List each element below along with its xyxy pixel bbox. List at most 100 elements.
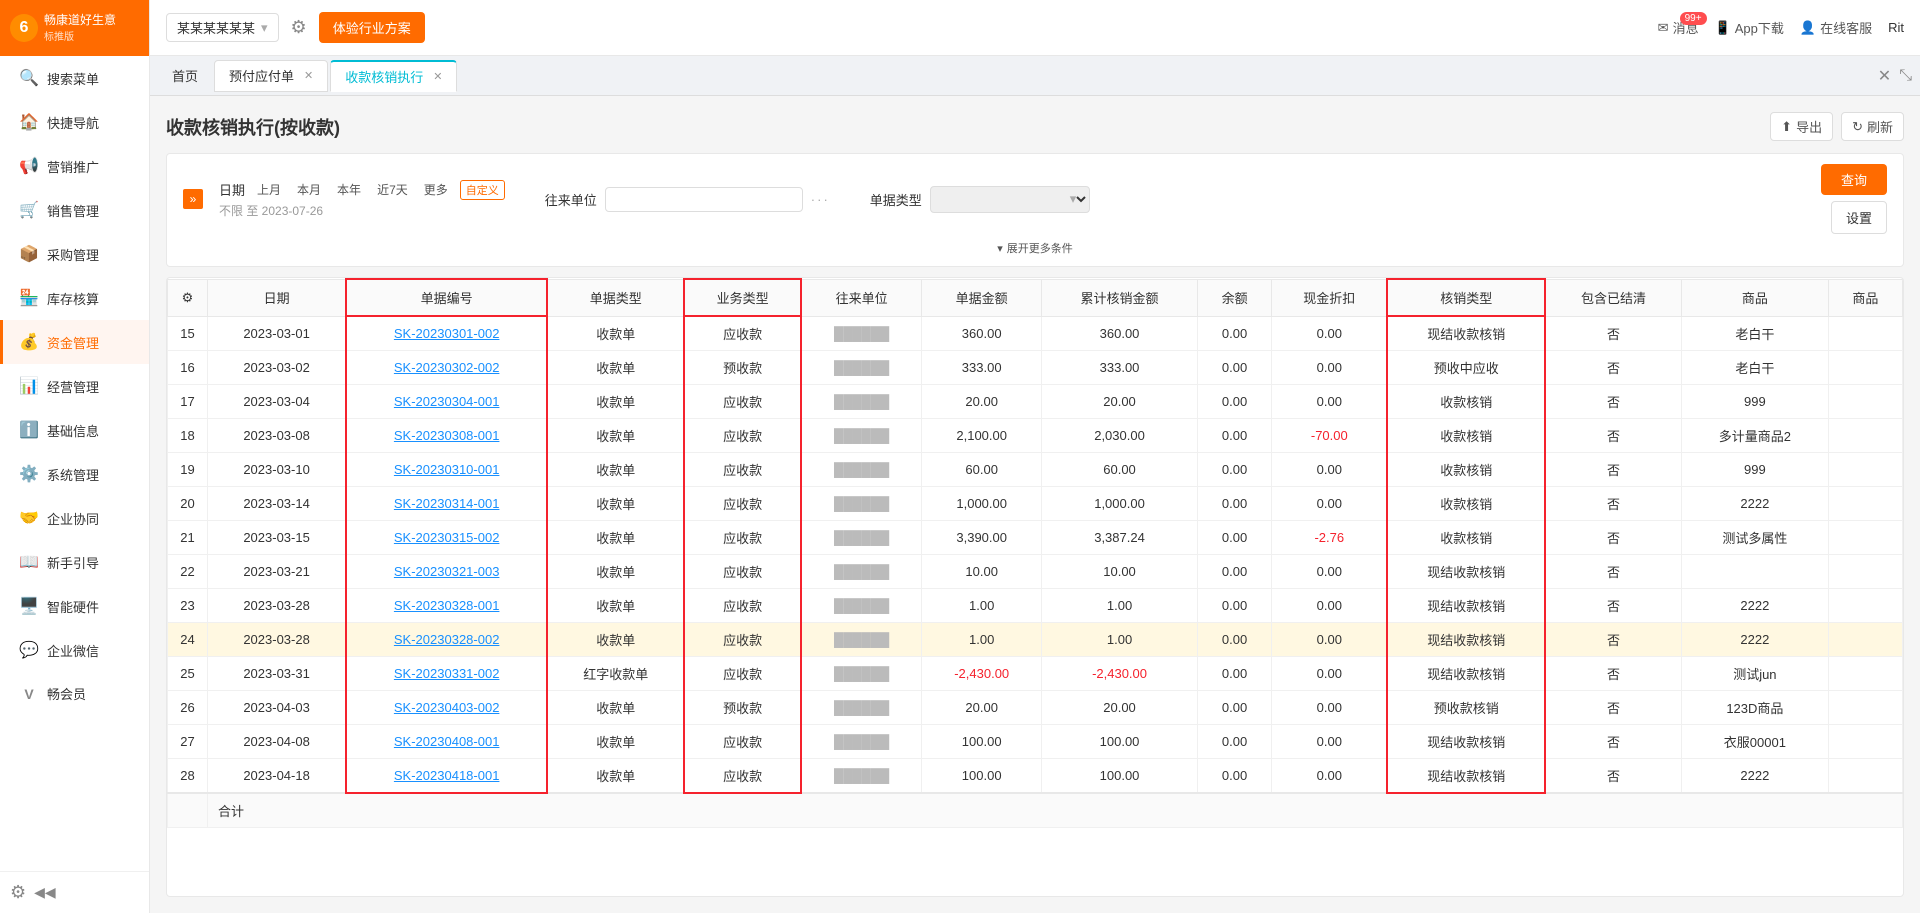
tab-home[interactable]: 首页: [158, 60, 212, 92]
bill-no-link[interactable]: SK-20230314-001: [394, 496, 500, 511]
sidebar-item-guide[interactable]: 📖 新手引导: [0, 540, 149, 584]
col-settings[interactable]: ⚙: [168, 279, 208, 316]
sidebar-item-marketing[interactable]: 📢 营销推广: [0, 144, 149, 188]
tab-pre-apply-close[interactable]: ✕: [304, 69, 313, 82]
cell-goods2: [1828, 487, 1902, 521]
sidebar-item-quick-nav[interactable]: 🏠 快捷导航: [0, 100, 149, 144]
online-service-button[interactable]: 👤 在线客服: [1800, 18, 1872, 37]
cell-bill-no: SK-20230310-001: [346, 453, 547, 487]
partner-filter-input[interactable]: [605, 187, 803, 212]
filter-dots[interactable]: ···: [811, 192, 830, 207]
sidebar-item-inventory[interactable]: 🏪 库存核算: [0, 276, 149, 320]
cell-balance: 0.00: [1198, 419, 1272, 453]
bill-no-link[interactable]: SK-20230321-003: [394, 564, 500, 579]
tab-collect-exec-close[interactable]: ✕: [433, 70, 442, 83]
expand-more-button[interactable]: ▾ 展开更多条件: [997, 240, 1073, 256]
cell-cash-disc: 0.00: [1272, 487, 1388, 521]
cell-amount: 1.00: [922, 589, 1042, 623]
cell-goods1: 多计量商品2: [1681, 419, 1828, 453]
cell-partner: ██████: [801, 521, 922, 555]
bill-no-link[interactable]: SK-20230408-001: [394, 734, 500, 749]
bill-type-filter-group: 单据类型 ▾: [870, 186, 1077, 213]
app-download-button[interactable]: 📱 App下载: [1715, 18, 1784, 37]
sidebar-item-hardware[interactable]: 🖥️ 智能硬件: [0, 584, 149, 628]
cell-balance: 0.00: [1198, 453, 1272, 487]
cell-bill-type: 收款单: [547, 316, 684, 351]
cell-goods2: [1828, 555, 1902, 589]
sidebar-item-sales[interactable]: 🛒 销售管理: [0, 188, 149, 232]
sidebar-item-wechat[interactable]: 💬 企业微信: [0, 628, 149, 672]
table-settings-button[interactable]: 设置: [1831, 201, 1887, 234]
sidebar-item-member[interactable]: V 畅会员: [0, 672, 149, 715]
bill-no-link[interactable]: SK-20230310-001: [394, 462, 500, 477]
bill-no-link[interactable]: SK-20230315-002: [394, 530, 500, 545]
tab-close-all-button[interactable]: ✕: [1878, 66, 1891, 86]
cell-no: 15: [168, 316, 208, 351]
export-button[interactable]: ⬆ 导出: [1770, 112, 1833, 141]
sidebar-item-base[interactable]: ℹ️ 基础信息: [0, 408, 149, 452]
cell-goods2: [1828, 691, 1902, 725]
cell-include-settled: 否: [1545, 555, 1681, 589]
cell-balance: 0.00: [1198, 691, 1272, 725]
cell-bill-no: SK-20230304-001: [346, 385, 547, 419]
bill-no-link[interactable]: SK-20230328-002: [394, 632, 500, 647]
tab-pre-apply[interactable]: 预付应付单 ✕: [214, 60, 328, 92]
cell-balance: 0.00: [1198, 657, 1272, 691]
sidebar-item-corp[interactable]: 🤝 企业协同: [0, 496, 149, 540]
brand-selector[interactable]: 某某某某某某 ▾: [166, 13, 279, 42]
sidebar-item-system[interactable]: ⚙️ 系统管理: [0, 452, 149, 496]
page-actions: ⬆ 导出 ↻ 刷新: [1770, 112, 1904, 141]
table-row: 22 2023-03-21 SK-20230321-003 收款单 应收款 ██…: [168, 555, 1903, 589]
cell-write-off-type: 现结收款核销: [1387, 725, 1545, 759]
settings-icon[interactable]: ⚙: [10, 882, 26, 903]
custom-date-btn[interactable]: 自定义: [460, 180, 505, 200]
sidebar-item-finance[interactable]: 💰 资金管理: [0, 320, 149, 364]
cell-goods2: [1828, 385, 1902, 419]
tab-collect-exec[interactable]: 收款核销执行 ✕: [330, 60, 457, 92]
corp-icon: 🤝: [19, 508, 39, 528]
cell-bill-type: 收款单: [547, 589, 684, 623]
query-button[interactable]: 查询: [1821, 164, 1887, 195]
col-amount: 单据金额: [922, 279, 1042, 316]
bill-no-link[interactable]: SK-20230328-001: [394, 598, 500, 613]
bill-no-link[interactable]: SK-20230331-002: [394, 666, 500, 681]
sidebar-item-search[interactable]: 🔍 搜索菜单: [0, 56, 149, 100]
cell-balance: 0.00: [1198, 759, 1272, 794]
guide-icon: 📖: [19, 552, 39, 572]
content-area: 收款核销执行(按收款) ⬆ 导出 ↻ 刷新 » 日期 上月: [150, 96, 1920, 913]
this-year-btn[interactable]: 本年: [333, 179, 365, 200]
cell-bill-type: 收款单: [547, 725, 684, 759]
last-month-btn[interactable]: 上月: [253, 179, 285, 200]
cell-goods2: [1828, 589, 1902, 623]
sidebar-item-label: 系统管理: [47, 465, 99, 484]
collapse-icon[interactable]: ◀◀: [34, 884, 56, 901]
sidebar-item-operations[interactable]: 📊 经营管理: [0, 364, 149, 408]
cell-biz-type: 应收款: [684, 759, 801, 794]
home-icon: 🏠: [19, 112, 39, 132]
sidebar-item-purchase[interactable]: 📦 采购管理: [0, 232, 149, 276]
last-7days-btn[interactable]: 近7天: [373, 179, 412, 200]
bill-no-link[interactable]: SK-20230418-001: [394, 768, 500, 783]
cell-partner: ██████: [801, 589, 922, 623]
tab-expand-button[interactable]: ⤡: [1899, 67, 1912, 85]
operations-icon: 📊: [19, 376, 39, 396]
export-icon: ⬆: [1781, 119, 1792, 135]
cell-bill-no: SK-20230418-001: [346, 759, 547, 794]
bill-type-select[interactable]: [930, 186, 1090, 213]
bill-no-link[interactable]: SK-20230403-002: [394, 700, 500, 715]
this-month-btn[interactable]: 本月: [293, 179, 325, 200]
refresh-button[interactable]: ↻ 刷新: [1841, 112, 1904, 141]
cell-bill-no: SK-20230301-002: [346, 316, 547, 351]
bill-no-link[interactable]: SK-20230302-002: [394, 360, 500, 375]
filter-expand-button[interactable]: »: [183, 189, 203, 209]
cell-include-settled: 否: [1545, 521, 1681, 555]
more-date-btn[interactable]: 更多: [420, 179, 452, 200]
topbar-gear-icon[interactable]: ⚙: [291, 17, 307, 38]
bill-no-link[interactable]: SK-20230308-001: [394, 428, 500, 443]
message-button[interactable]: ✉ 消息 99+: [1658, 18, 1699, 37]
cell-amount: 333.00: [922, 351, 1042, 385]
bill-no-link[interactable]: SK-20230301-002: [394, 326, 500, 341]
cell-write-off-type: 收款核销: [1387, 521, 1545, 555]
solution-button[interactable]: 体验行业方案: [319, 12, 425, 43]
bill-no-link[interactable]: SK-20230304-001: [394, 394, 500, 409]
